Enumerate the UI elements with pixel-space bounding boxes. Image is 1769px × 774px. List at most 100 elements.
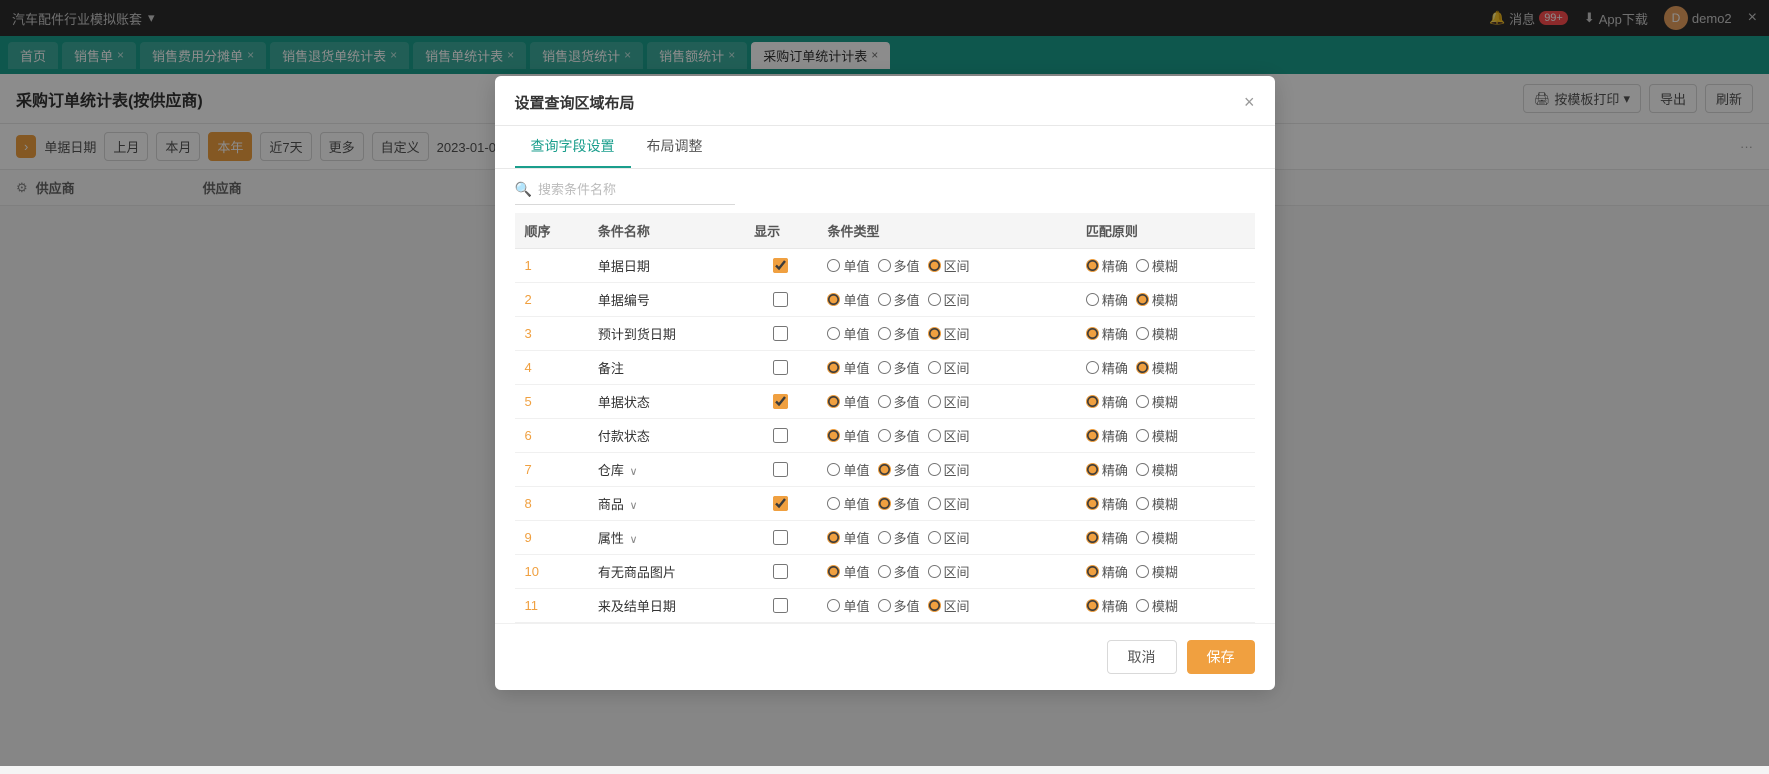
- type-option-多值[interactable]: 多值: [878, 596, 920, 615]
- type-radio-单值[interactable]: [827, 565, 840, 578]
- match-option-精确[interactable]: 精确: [1086, 392, 1128, 411]
- type-radio-单值[interactable]: [827, 361, 840, 374]
- display-checkbox[interactable]: [773, 530, 788, 545]
- match-option-模糊[interactable]: 模糊: [1136, 256, 1178, 275]
- match-option-精确[interactable]: 精确: [1086, 324, 1128, 343]
- display-checkbox[interactable]: [773, 258, 788, 273]
- type-option-区间[interactable]: 区间: [928, 324, 970, 343]
- display-checkbox[interactable]: [773, 360, 788, 375]
- match-radio-模糊[interactable]: [1136, 327, 1149, 340]
- match-radio-精确[interactable]: [1086, 293, 1099, 306]
- cancel-button[interactable]: 取消: [1107, 640, 1177, 674]
- display-checkbox[interactable]: [773, 598, 788, 613]
- match-option-模糊[interactable]: 模糊: [1136, 460, 1178, 479]
- type-radio-单值[interactable]: [827, 599, 840, 612]
- match-option-模糊[interactable]: 模糊: [1136, 528, 1178, 547]
- type-option-区间[interactable]: 区间: [928, 528, 970, 547]
- dropdown-arrow-icon[interactable]: ∨: [629, 500, 637, 512]
- match-radio-模糊[interactable]: [1136, 497, 1149, 510]
- match-option-模糊[interactable]: 模糊: [1136, 596, 1178, 615]
- match-radio-精确[interactable]: [1086, 463, 1099, 476]
- type-radio-区间[interactable]: [928, 599, 941, 612]
- display-checkbox[interactable]: [773, 428, 788, 443]
- match-radio-模糊[interactable]: [1136, 293, 1149, 306]
- dropdown-arrow-icon[interactable]: ∨: [629, 466, 637, 478]
- type-radio-单值[interactable]: [827, 531, 840, 544]
- type-option-多值[interactable]: 多值: [878, 460, 920, 479]
- match-radio-精确[interactable]: [1086, 497, 1099, 510]
- type-radio-单值[interactable]: [827, 497, 840, 510]
- type-radio-单值[interactable]: [827, 259, 840, 272]
- match-option-模糊[interactable]: 模糊: [1136, 392, 1178, 411]
- display-checkbox[interactable]: [773, 496, 788, 511]
- match-option-精确[interactable]: 精确: [1086, 358, 1128, 377]
- type-option-多值[interactable]: 多值: [878, 528, 920, 547]
- type-radio-区间[interactable]: [928, 361, 941, 374]
- type-radio-单值[interactable]: [827, 395, 840, 408]
- type-option-多值[interactable]: 多值: [878, 290, 920, 309]
- type-option-单值[interactable]: 单值: [827, 256, 869, 275]
- match-radio-精确[interactable]: [1086, 565, 1099, 578]
- match-option-精确[interactable]: 精确: [1086, 256, 1128, 275]
- match-option-模糊[interactable]: 模糊: [1136, 562, 1178, 581]
- type-option-区间[interactable]: 区间: [928, 460, 970, 479]
- match-radio-精确[interactable]: [1086, 599, 1099, 612]
- match-radio-模糊[interactable]: [1136, 395, 1149, 408]
- dropdown-arrow-icon[interactable]: ∨: [629, 534, 637, 546]
- match-option-精确[interactable]: 精确: [1086, 426, 1128, 445]
- type-radio-区间[interactable]: [928, 293, 941, 306]
- type-option-单值[interactable]: 单值: [827, 392, 869, 411]
- type-radio-单值[interactable]: [827, 429, 840, 442]
- type-radio-多值[interactable]: [878, 463, 891, 476]
- match-option-模糊[interactable]: 模糊: [1136, 426, 1178, 445]
- match-radio-模糊[interactable]: [1136, 565, 1149, 578]
- tab-layout-adjust[interactable]: 布局调整: [631, 126, 719, 168]
- type-option-区间[interactable]: 区间: [928, 392, 970, 411]
- type-option-多值[interactable]: 多值: [878, 562, 920, 581]
- match-option-精确[interactable]: 精确: [1086, 460, 1128, 479]
- search-input[interactable]: [538, 182, 718, 197]
- match-option-精确[interactable]: 精确: [1086, 494, 1128, 513]
- match-radio-精确[interactable]: [1086, 361, 1099, 374]
- display-checkbox[interactable]: [773, 292, 788, 307]
- type-radio-多值[interactable]: [878, 259, 891, 272]
- type-radio-区间[interactable]: [928, 259, 941, 272]
- display-checkbox[interactable]: [773, 326, 788, 341]
- match-radio-模糊[interactable]: [1136, 463, 1149, 476]
- match-radio-模糊[interactable]: [1136, 599, 1149, 612]
- type-radio-区间[interactable]: [928, 327, 941, 340]
- type-option-单值[interactable]: 单值: [827, 494, 869, 513]
- match-radio-精确[interactable]: [1086, 429, 1099, 442]
- match-option-精确[interactable]: 精确: [1086, 290, 1128, 309]
- save-button[interactable]: 保存: [1187, 640, 1255, 674]
- tab-query-fields[interactable]: 查询字段设置: [515, 126, 631, 168]
- type-option-区间[interactable]: 区间: [928, 562, 970, 581]
- match-radio-精确[interactable]: [1086, 327, 1099, 340]
- match-radio-精确[interactable]: [1086, 531, 1099, 544]
- type-radio-单值[interactable]: [827, 463, 840, 476]
- type-radio-多值[interactable]: [878, 531, 891, 544]
- display-checkbox[interactable]: [773, 394, 788, 409]
- match-radio-精确[interactable]: [1086, 395, 1099, 408]
- match-option-精确[interactable]: 精确: [1086, 596, 1128, 615]
- type-option-多值[interactable]: 多值: [878, 324, 920, 343]
- match-option-精确[interactable]: 精确: [1086, 528, 1128, 547]
- type-radio-多值[interactable]: [878, 565, 891, 578]
- match-radio-模糊[interactable]: [1136, 429, 1149, 442]
- type-radio-多值[interactable]: [878, 429, 891, 442]
- type-radio-区间[interactable]: [928, 395, 941, 408]
- type-radio-多值[interactable]: [878, 497, 891, 510]
- type-option-单值[interactable]: 单值: [827, 324, 869, 343]
- type-option-区间[interactable]: 区间: [928, 596, 970, 615]
- type-radio-多值[interactable]: [878, 327, 891, 340]
- match-radio-模糊[interactable]: [1136, 531, 1149, 544]
- type-radio-区间[interactable]: [928, 429, 941, 442]
- display-checkbox[interactable]: [773, 462, 788, 477]
- match-radio-精确[interactable]: [1086, 259, 1099, 272]
- match-option-模糊[interactable]: 模糊: [1136, 290, 1178, 309]
- type-option-区间[interactable]: 区间: [928, 494, 970, 513]
- match-option-模糊[interactable]: 模糊: [1136, 358, 1178, 377]
- type-option-单值[interactable]: 单值: [827, 528, 869, 547]
- type-radio-多值[interactable]: [878, 395, 891, 408]
- type-option-单值[interactable]: 单值: [827, 358, 869, 377]
